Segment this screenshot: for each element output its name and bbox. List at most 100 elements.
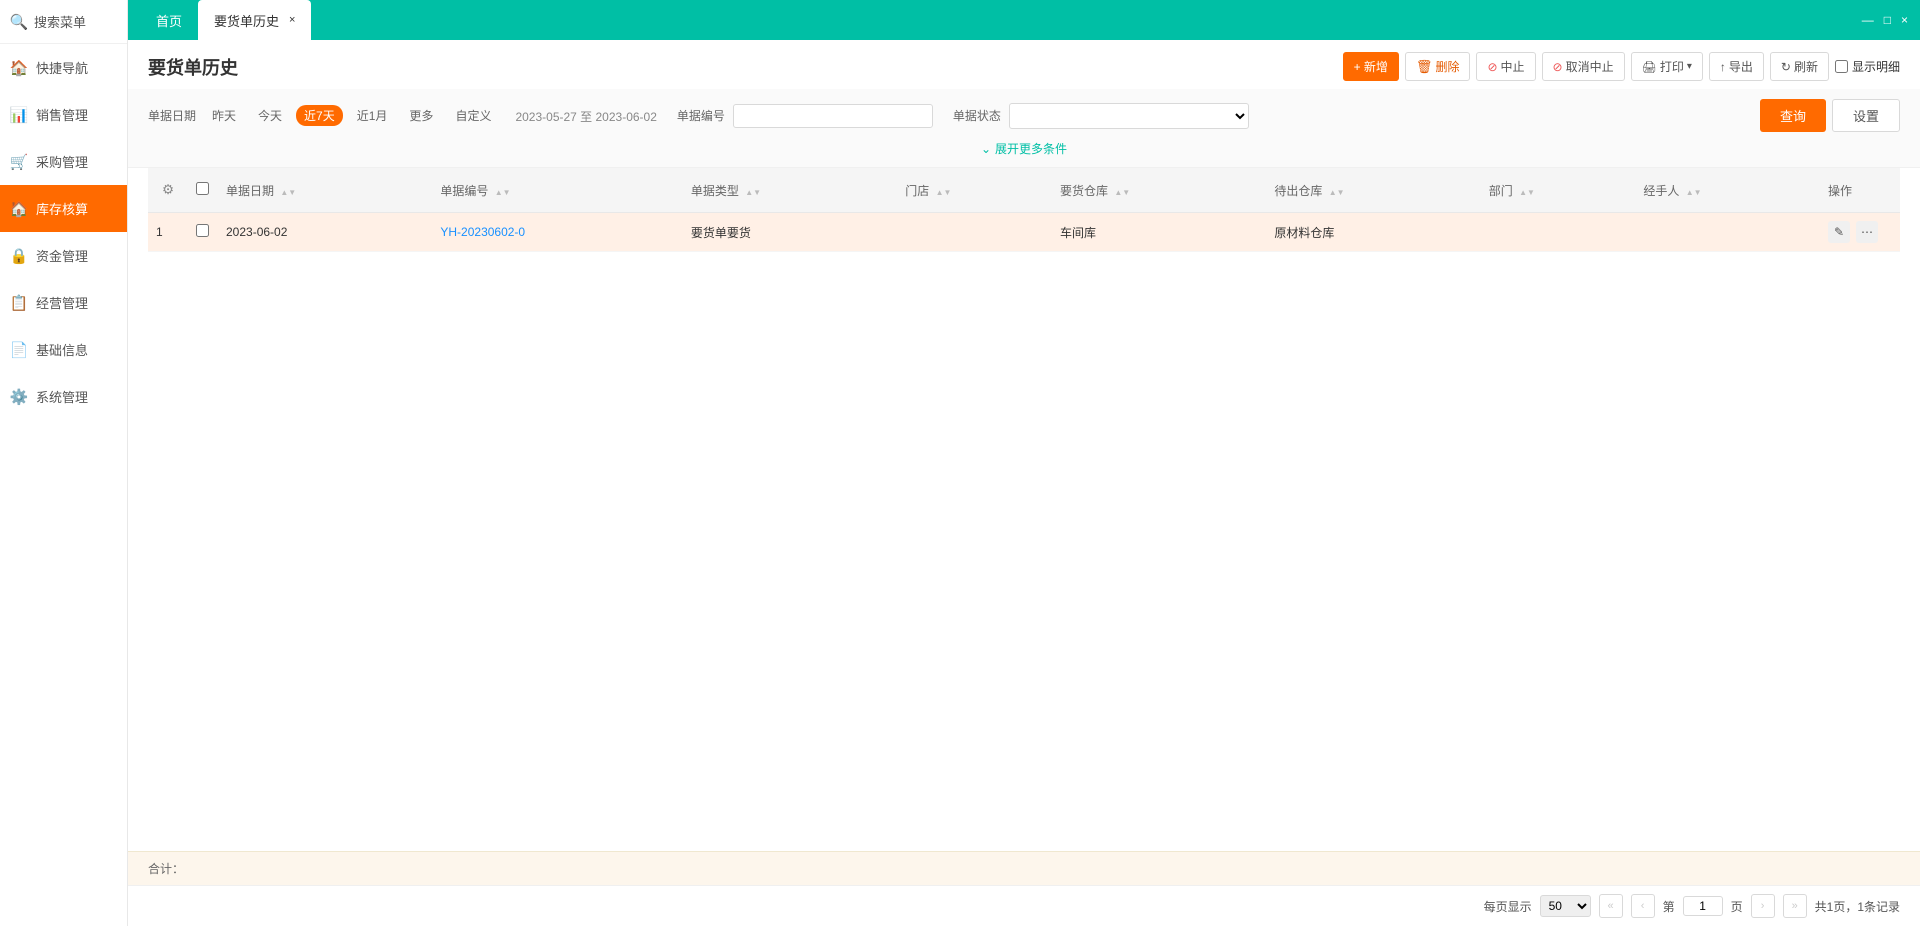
filter-status-item: 单据状态 [953, 103, 1249, 129]
sort-icon[interactable]: ▲▼ [1686, 188, 1702, 197]
col-doc-no: 单据编号 ▲▼ [432, 168, 683, 213]
sidebar-item-finance[interactable]: 🔒 资金管理 [0, 232, 127, 279]
refresh-button[interactable]: ↻ 刷新 [1770, 52, 1829, 81]
sidebar-search-label: 搜索菜单 [34, 12, 86, 31]
col-pending-warehouse: 待出仓库 ▲▼ [1266, 168, 1480, 213]
chevron-down-icon: ⌄ [981, 142, 991, 156]
toolbar: + 新增 🗑 删除 ⊘ 中止 ⊘ 取消中止 🖨 打印 ▾ [1343, 52, 1900, 81]
show-detail-checkbox-label[interactable]: 显示明细 [1835, 58, 1900, 75]
last-page-button[interactable]: » [1783, 894, 1807, 918]
refresh-icon: ↻ [1781, 60, 1791, 74]
delete-icon: 🗑 [1416, 59, 1433, 75]
page-label-post: 页 [1731, 898, 1743, 915]
clipboard-icon: 📋 [10, 294, 28, 312]
cell-pending-warehouse: 原材料仓库 [1266, 213, 1480, 252]
docno-filter-input[interactable] [733, 104, 933, 128]
cell-checkbox [188, 213, 218, 252]
sidebar-item-operation[interactable]: 📋 经营管理 [0, 279, 127, 326]
col-handler: 经手人 ▲▼ [1635, 168, 1820, 213]
sidebar-item-system[interactable]: ⚙️ 系统管理 [0, 373, 127, 420]
tab-close-icon[interactable]: × [289, 14, 295, 26]
expand-more-button[interactable]: ⌄ 展开更多条件 [148, 140, 1900, 157]
cell-store [897, 213, 1052, 252]
chart-icon: 📊 [10, 106, 28, 124]
sidebar-item-inventory[interactable]: 🏠 库存核算 [0, 185, 127, 232]
sort-icon[interactable]: ▲▼ [280, 188, 296, 197]
row-checkbox[interactable] [196, 224, 209, 237]
shortcut-7days[interactable]: 近7天 [296, 105, 343, 126]
topbar: 首页 要货单历史 × — □ × [128, 0, 1920, 40]
prev-page-button[interactable]: ‹ [1631, 894, 1655, 918]
dropdown-arrow-icon: ▾ [1687, 61, 1692, 72]
row-more-icon[interactable]: ⋯ [1856, 221, 1878, 243]
sidebar-item-label: 销售管理 [36, 105, 88, 124]
doc-icon: 📄 [10, 341, 28, 359]
sidebar-item-label: 快捷导航 [36, 58, 88, 77]
cell-handler [1635, 213, 1820, 252]
table-header-row: ⚙ 单据日期 ▲▼ 单据编号 ▲▼ [148, 168, 1900, 213]
show-detail-checkbox[interactable] [1835, 60, 1848, 73]
shortcut-custom[interactable]: 自定义 [447, 105, 499, 126]
sidebar-item-purchase[interactable]: 🛒 采购管理 [0, 138, 127, 185]
shortcut-more[interactable]: 更多 [401, 105, 441, 126]
sidebar-item-label: 经营管理 [36, 293, 88, 312]
sidebar-item-sales[interactable]: 📊 销售管理 [0, 91, 127, 138]
cart-icon: 🛒 [10, 153, 28, 171]
date-shortcuts: 昨天 今天 近7天 近1月 更多 自定义 [204, 105, 499, 126]
export-button[interactable]: ↑ 导出 [1709, 52, 1764, 81]
next-page-button[interactable]: › [1751, 894, 1775, 918]
query-button[interactable]: 查询 [1760, 99, 1826, 132]
shortcut-1month[interactable]: 近1月 [349, 105, 396, 126]
tab-home[interactable]: 首页 [140, 0, 198, 40]
sidebar-item-label: 采购管理 [36, 152, 88, 171]
export-icon: ↑ [1720, 60, 1726, 74]
col-doc-date: 单据日期 ▲▼ [218, 168, 432, 213]
add-button[interactable]: + 新增 [1343, 52, 1399, 81]
first-page-button[interactable]: « [1599, 894, 1623, 918]
sidebar-item-label: 系统管理 [36, 387, 88, 406]
maximize-icon[interactable]: □ [1884, 13, 1891, 27]
table-area: ⚙ 单据日期 ▲▼ 单据编号 ▲▼ [128, 168, 1920, 851]
page-title: 要货单历史 [148, 54, 238, 80]
row-action-icons: ✎ ⋯ [1828, 221, 1892, 243]
page-size-select[interactable]: 50 10 20 100 [1540, 895, 1591, 917]
minimize-icon[interactable]: — [1862, 13, 1874, 27]
cell-req-warehouse: 车间库 [1052, 213, 1266, 252]
stop-icon: ⊘ [1487, 60, 1497, 74]
sort-icon[interactable]: ▲▼ [1519, 188, 1535, 197]
sort-icon[interactable]: ▲▼ [495, 188, 511, 197]
page-content: 要货单历史 + 新增 🗑 删除 ⊘ 中止 ⊘ 取消中止 🖨 [128, 40, 1920, 926]
tab-requisition-history[interactable]: 要货单历史 × [198, 0, 311, 40]
shortcut-today[interactable]: 今天 [250, 105, 290, 126]
sidebar-item-label: 资金管理 [36, 246, 88, 265]
select-all-checkbox[interactable] [196, 182, 209, 195]
sidebar-item-basic[interactable]: 📄 基础信息 [0, 326, 127, 373]
cancel-stop-button[interactable]: ⊘ 取消中止 [1542, 52, 1625, 81]
close-window-icon[interactable]: × [1901, 13, 1908, 27]
filter-action-buttons: 查询 设置 [1760, 99, 1900, 132]
sort-icon[interactable]: ▲▼ [1329, 188, 1345, 197]
cancel-stop-icon: ⊘ [1553, 60, 1563, 74]
page-number-input[interactable] [1683, 896, 1723, 916]
sidebar-item-quick-nav[interactable]: 🏠 快捷导航 [0, 44, 127, 91]
sort-icon[interactable]: ▲▼ [745, 188, 761, 197]
inventory-icon: 🏠 [10, 200, 28, 218]
sidebar: 🔍 搜索菜单 🏠 快捷导航 📊 销售管理 🛒 采购管理 🏠 库存核算 🔒 资金管… [0, 0, 128, 926]
table-row: 1 2023-06-02 YH-20230602-0 要货单要货 车间库 原材料… [148, 213, 1900, 252]
delete-button[interactable]: 🗑 删除 [1405, 52, 1471, 81]
tab-home-label: 首页 [156, 11, 182, 30]
doc-no-link[interactable]: YH-20230602-0 [440, 225, 525, 239]
sort-icon[interactable]: ▲▼ [1114, 188, 1130, 197]
filter-row-1: 单据日期 昨天 今天 近7天 近1月 更多 自定义 2023-05-27 至 2… [148, 99, 1900, 132]
stop-button[interactable]: ⊘ 中止 [1476, 52, 1535, 81]
settings-button[interactable]: 设置 [1832, 99, 1900, 132]
print-button[interactable]: 🖨 打印 ▾ [1631, 52, 1703, 81]
sort-icon[interactable]: ▲▼ [936, 188, 952, 197]
table-settings-button[interactable]: ⚙ [156, 178, 180, 202]
filter-docno-item: 单据编号 [677, 104, 933, 128]
status-filter-select[interactable] [1009, 103, 1249, 129]
sidebar-search[interactable]: 🔍 搜索菜单 [0, 0, 127, 44]
summary-label: 合计： [148, 862, 184, 876]
shortcut-yesterday[interactable]: 昨天 [204, 105, 244, 126]
row-edit-icon[interactable]: ✎ [1828, 221, 1850, 243]
